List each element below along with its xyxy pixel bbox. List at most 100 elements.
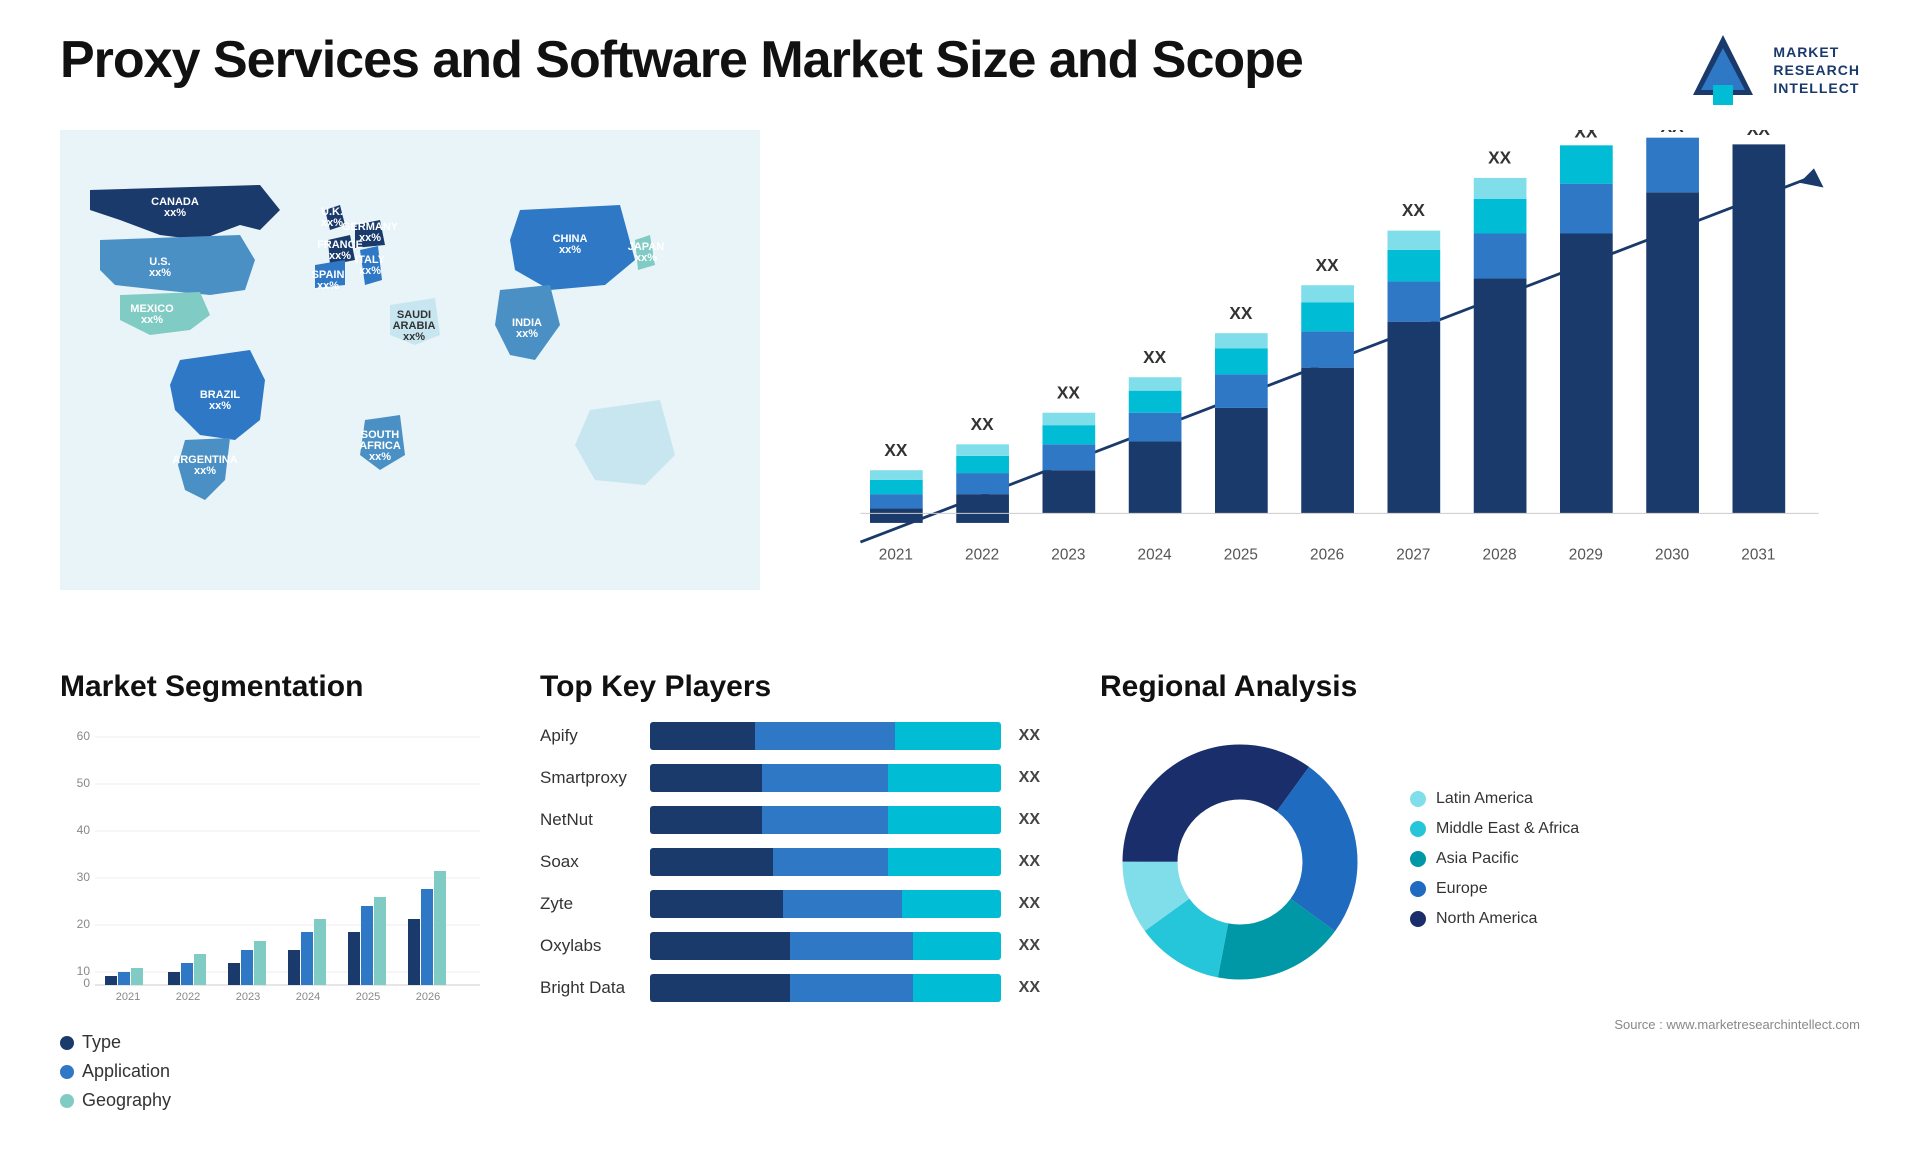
player-name-oxylabs: Oxylabs (540, 936, 640, 956)
legend-application: Application (60, 1061, 480, 1082)
reg-dot-europe (1410, 881, 1426, 897)
player-val-soax: XX (1019, 853, 1040, 871)
map-container: CANADA xx% U.S. xx% MEXICO xx% BRAZIL xx… (60, 130, 760, 590)
player-bar-zyte (650, 890, 1001, 918)
player-bar-soax (650, 848, 1001, 876)
player-bar-brightdata (650, 974, 1001, 1002)
label-uk-val: xx% (321, 217, 343, 229)
svg-text:XX: XX (1661, 130, 1685, 136)
bar-seg3 (888, 764, 1000, 792)
svg-text:60: 60 (77, 729, 91, 743)
player-row-brightdata: Bright Data XX (540, 974, 1040, 1002)
bar-seg2 (783, 890, 902, 918)
reg-legend-latin-america: Latin America (1410, 790, 1860, 808)
svg-text:30: 30 (77, 870, 91, 884)
reg-dot-asia-pacific (1410, 851, 1426, 867)
player-row-soax: Soax XX (540, 848, 1040, 876)
segmentation-section: Market Segmentation 60 50 40 30 20 10 0 (60, 670, 480, 1119)
svg-text:2026: 2026 (1310, 546, 1344, 563)
svg-text:XX: XX (1057, 382, 1081, 402)
svg-text:XX: XX (1488, 148, 1512, 168)
bar-seg2 (755, 722, 895, 750)
svg-text:2025: 2025 (356, 991, 380, 1002)
svg-text:XX: XX (1316, 255, 1340, 275)
reg-label-europe: Europe (1436, 880, 1488, 898)
svg-text:2027: 2027 (1396, 546, 1430, 563)
reg-legend-mea: Middle East & Africa (1410, 820, 1860, 838)
legend-label-application: Application (82, 1061, 170, 1082)
bar-seg3 (895, 722, 1000, 750)
bar-seg2 (762, 764, 888, 792)
growth-chart: XX 2021 XX 2022 XX 2023 (800, 130, 1860, 590)
label-japan-val: xx% (635, 252, 657, 264)
logo: MARKET RESEARCH INTELLECT (1683, 30, 1860, 110)
reg-legend-europe: Europe (1410, 880, 1860, 898)
logo-icon (1683, 30, 1763, 110)
svg-text:2030: 2030 (1655, 546, 1689, 563)
svg-text:2023: 2023 (236, 991, 260, 1002)
bar-seg3 (888, 848, 1000, 876)
label-canada-val: xx% (164, 207, 186, 219)
svg-text:2029: 2029 (1569, 546, 1603, 563)
player-bar-netnut (650, 806, 1001, 834)
legend-label-type: Type (82, 1032, 121, 1053)
svg-text:2025: 2025 (1224, 546, 1258, 563)
label-brazil-val: xx% (209, 400, 231, 412)
player-val-netnut: XX (1019, 811, 1040, 829)
legend-type: Type (60, 1032, 480, 1053)
player-val-smartproxy: XX (1019, 769, 1040, 787)
legend-dot-application (60, 1065, 74, 1079)
donut-container (1100, 722, 1380, 1007)
regional-title: Regional Analysis (1100, 670, 1860, 704)
page: Proxy Services and Software Market Size … (0, 0, 1920, 1149)
svg-text:2031: 2031 (1741, 546, 1775, 563)
player-row-netnut: NetNut XX (540, 806, 1040, 834)
reg-dot-north-america (1410, 911, 1426, 927)
bar-seg1 (650, 974, 790, 1002)
label-spain-val: xx% (317, 280, 339, 292)
bar-seg1 (650, 722, 755, 750)
svg-text:50: 50 (77, 776, 91, 790)
growth-chart-section: XX 2021 XX 2022 XX 2023 (800, 130, 1860, 630)
growth-chart-svg: XX 2021 XX 2022 XX 2023 (800, 130, 1860, 590)
player-row-apify: Apify XX (540, 722, 1040, 750)
player-bar-oxylabs (650, 932, 1001, 960)
bar-seg2 (790, 932, 913, 960)
seg-chart: 60 50 40 30 20 10 0 (60, 722, 480, 1022)
bar-seg2 (790, 974, 913, 1002)
svg-text:20: 20 (77, 917, 91, 931)
reg-dot-mea (1410, 821, 1426, 837)
reg-dot-latin-america (1410, 791, 1426, 807)
label-us-val: xx% (149, 267, 171, 279)
svg-text:2022: 2022 (965, 546, 999, 563)
player-name-brightdata: Bright Data (540, 978, 640, 998)
svg-text:2024: 2024 (1138, 546, 1173, 563)
reg-label-latin-america: Latin America (1436, 790, 1533, 808)
header: Proxy Services and Software Market Size … (60, 30, 1860, 110)
player-name-netnut: NetNut (540, 810, 640, 830)
bar-seg2 (773, 848, 889, 876)
player-row-smartproxy: Smartproxy XX (540, 764, 1040, 792)
player-name-zyte: Zyte (540, 894, 640, 914)
player-name-smartproxy: Smartproxy (540, 768, 640, 788)
svg-text:2023: 2023 (1051, 546, 1085, 563)
player-row-zyte: Zyte XX (540, 890, 1040, 918)
svg-text:XX: XX (1574, 130, 1598, 142)
reg-label-asia-pacific: Asia Pacific (1436, 850, 1519, 868)
svg-text:XX: XX (1402, 200, 1426, 220)
label-saudi-val: xx% (403, 331, 425, 343)
bar-seg1 (650, 764, 762, 792)
reg-legend-north-america: North America (1410, 910, 1860, 928)
page-title: Proxy Services and Software Market Size … (60, 30, 1303, 90)
player-bar-apify (650, 722, 1001, 750)
bar-seg3 (913, 974, 1001, 1002)
key-players-section: Top Key Players Apify XX Smartproxy (540, 670, 1040, 1002)
map-section: CANADA xx% U.S. xx% MEXICO xx% BRAZIL xx… (60, 130, 760, 630)
svg-text:2021: 2021 (116, 991, 140, 1002)
regional-section: Regional Analysis (1100, 670, 1860, 1032)
bottom-row: Market Segmentation 60 50 40 30 20 10 0 (60, 670, 1860, 1119)
label-india-val: xx% (516, 328, 538, 340)
player-val-zyte: XX (1019, 895, 1040, 913)
player-row-oxylabs: Oxylabs XX (540, 932, 1040, 960)
svg-text:2022: 2022 (176, 991, 200, 1002)
